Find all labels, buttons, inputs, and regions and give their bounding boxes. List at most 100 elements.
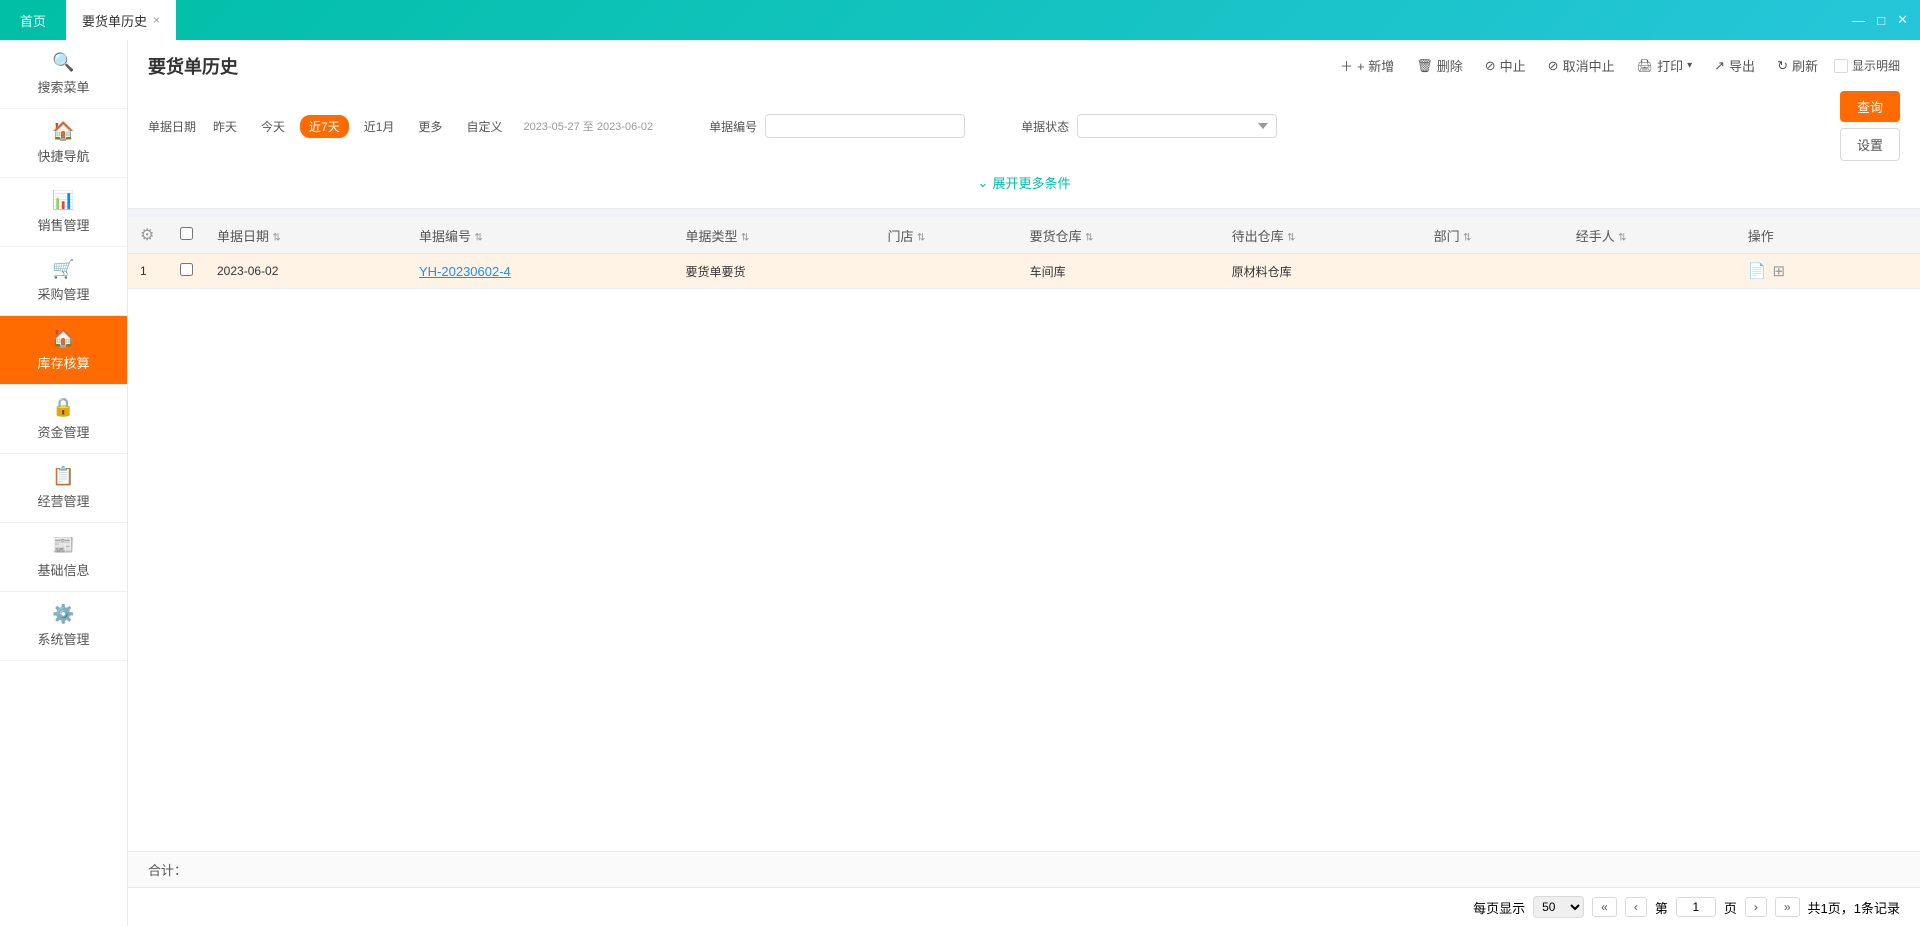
th-dept[interactable]: 部门 ⇅ [1422, 217, 1564, 254]
sidebar-item-purchase[interactable]: 🛒 采购管理 [0, 247, 127, 316]
table-header-row: ⚙ 单据日期 ⇅ 单据编号 ⇅ [128, 217, 1920, 254]
th-order-no[interactable]: 单据编号 ⇅ [407, 217, 674, 254]
date-btn-7days[interactable]: 近7天 [300, 115, 349, 138]
display-detail-toggle[interactable]: 显示明细 [1834, 57, 1900, 74]
inventory-icon: 🏠 [52, 328, 74, 349]
expand-more-btn[interactable]: ⌄ 展开更多条件 [148, 169, 1900, 196]
cancel-suspend-button[interactable]: ⊘ 取消中止 [1542, 52, 1621, 79]
settings-button[interactable]: 设置 [1840, 128, 1900, 161]
sidebar: 🔍 搜索菜单 🏠 快捷导航 📊 销售管理 🛒 采购管理 🏠 库存核算 🔒 资金管… [0, 40, 128, 926]
last-page-btn[interactable]: » [1775, 897, 1800, 917]
sort-dept-icon: ⇅ [1463, 232, 1471, 243]
print-button[interactable]: 🖨 打印 ▾ [1631, 52, 1699, 79]
td-no: 1 [128, 254, 168, 289]
expand-label: 展开更多条件 [992, 173, 1070, 192]
th-out-warehouse[interactable]: 待出仓库 ⇅ [1220, 217, 1422, 254]
export-button[interactable]: ↗ 导出 [1708, 52, 1761, 79]
date-btn-yesterday[interactable]: 昨天 [204, 115, 246, 138]
sidebar-label-basic-info: 基础信息 [37, 560, 89, 579]
per-page-select[interactable]: 50 10 20 100 [1533, 896, 1584, 918]
th-req-warehouse-label: 要货仓库 [1030, 229, 1082, 244]
prev-page-btn[interactable]: ‹ [1625, 897, 1647, 917]
td-store [876, 254, 1018, 289]
next-page-btn[interactable]: › [1745, 897, 1767, 917]
th-store-label: 门店 [888, 229, 914, 244]
edit-action-icon[interactable]: 📄 [1748, 262, 1767, 280]
sort-type-icon: ⇅ [741, 232, 749, 243]
tab-current-label: 要货单历史 [82, 11, 147, 30]
content-area: 要货单历史 ＋ + 新增 🗑 删除 ⊘ 中止 ⊘ [128, 40, 1920, 926]
order-no-input[interactable] [765, 114, 965, 138]
th-action: 操作 [1736, 217, 1920, 254]
new-button[interactable]: ＋ + 新增 [1334, 52, 1400, 79]
minimize-icon[interactable]: — [1852, 13, 1865, 28]
delete-icon: 🗑 [1416, 58, 1433, 74]
date-btn-1month[interactable]: 近1月 [355, 115, 404, 138]
refresh-button[interactable]: ↻ 刷新 [1771, 52, 1824, 79]
first-page-btn[interactable]: « [1592, 897, 1617, 917]
status-select[interactable] [1077, 114, 1277, 138]
sidebar-item-finance[interactable]: 🔒 资金管理 [0, 385, 127, 454]
date-buttons: 昨天 今天 近7天 近1月 更多 自定义 [204, 115, 511, 138]
th-handler[interactable]: 经手人 ⇅ [1564, 217, 1736, 254]
basic-info-icon: 📰 [52, 535, 74, 556]
more-action-icon[interactable]: ⊞ [1772, 262, 1785, 280]
sidebar-item-search-menu[interactable]: 🔍 搜索菜单 [0, 40, 127, 109]
query-button[interactable]: 查询 [1840, 91, 1900, 122]
sort-out-warehouse-icon: ⇅ [1287, 232, 1295, 243]
purchase-icon: 🛒 [52, 259, 74, 280]
date-btn-custom[interactable]: 自定义 [457, 115, 511, 138]
order-no-label: 单据编号 [709, 118, 757, 135]
operation-icon: 📋 [52, 466, 74, 487]
row-checkbox[interactable] [180, 263, 193, 276]
td-order-no[interactable]: YH-20230602-4 [407, 254, 674, 289]
checkbox-icon [1834, 59, 1848, 73]
th-date[interactable]: 单据日期 ⇅ [205, 217, 407, 254]
sidebar-item-sales[interactable]: 📊 销售管理 [0, 178, 127, 247]
table-row: 1 2023-06-02 YH-20230602-4 要货单要货 车间库 原材料… [128, 254, 1920, 289]
tab-home[interactable]: 首页 [0, 0, 66, 40]
tab-close-icon[interactable]: × [153, 13, 160, 27]
th-order-no-label: 单据编号 [419, 229, 471, 244]
suspend-icon: ⊘ [1485, 58, 1496, 74]
column-settings-icon[interactable]: ⚙ [140, 227, 154, 244]
td-handler [1564, 254, 1736, 289]
select-all-checkbox[interactable] [180, 227, 193, 240]
order-no-filter-group: 单据编号 [709, 114, 965, 138]
maximize-icon[interactable]: □ [1877, 13, 1885, 28]
sidebar-item-basic-info[interactable]: 📰 基础信息 [0, 523, 127, 592]
th-store[interactable]: 门店 ⇅ [876, 217, 1018, 254]
filter-actions: 查询 设置 [1840, 91, 1900, 161]
new-icon: ＋ [1340, 56, 1353, 75]
order-no-link[interactable]: YH-20230602-4 [419, 264, 511, 279]
sidebar-item-system[interactable]: ⚙️ 系统管理 [0, 592, 127, 661]
page-label: 第 [1655, 898, 1668, 917]
page-title: 要货单历史 [148, 53, 238, 79]
sidebar-label-inventory: 库存核算 [37, 353, 89, 372]
home-icon: 🏠 [52, 121, 74, 142]
search-icon: 🔍 [52, 52, 74, 73]
filter-area: 单据日期 昨天 今天 近7天 近1月 更多 自定义 2023-05-27 至 2… [148, 91, 1900, 208]
date-btn-today[interactable]: 今天 [252, 115, 294, 138]
date-filter-label: 单据日期 [148, 118, 196, 135]
table-footer: 合计： [128, 851, 1920, 887]
th-type[interactable]: 单据类型 ⇅ [674, 217, 876, 254]
sidebar-item-operation[interactable]: 📋 经营管理 [0, 454, 127, 523]
sort-req-warehouse-icon: ⇅ [1085, 232, 1093, 243]
suspend-button[interactable]: ⊘ 中止 [1479, 52, 1532, 79]
sidebar-item-inventory[interactable]: 🏠 库存核算 [0, 316, 127, 385]
page-input[interactable] [1676, 897, 1716, 917]
sidebar-item-quick-nav[interactable]: 🏠 快捷导航 [0, 109, 127, 178]
window-close-icon[interactable]: ✕ [1897, 12, 1908, 28]
date-btn-more[interactable]: 更多 [409, 115, 451, 138]
td-action: 📄 ⊞ [1736, 254, 1920, 289]
th-req-warehouse[interactable]: 要货仓库 ⇅ [1018, 217, 1220, 254]
tab-current[interactable]: 要货单历史 × [66, 0, 176, 40]
th-checkbox [168, 217, 205, 254]
finance-icon: 🔒 [52, 397, 74, 418]
delete-button[interactable]: 🗑 删除 [1410, 52, 1469, 79]
sidebar-label-purchase: 采购管理 [37, 284, 89, 303]
td-checkbox [168, 254, 205, 289]
data-table: ⚙ 单据日期 ⇅ 单据编号 ⇅ [128, 217, 1920, 289]
td-dept [1422, 254, 1564, 289]
